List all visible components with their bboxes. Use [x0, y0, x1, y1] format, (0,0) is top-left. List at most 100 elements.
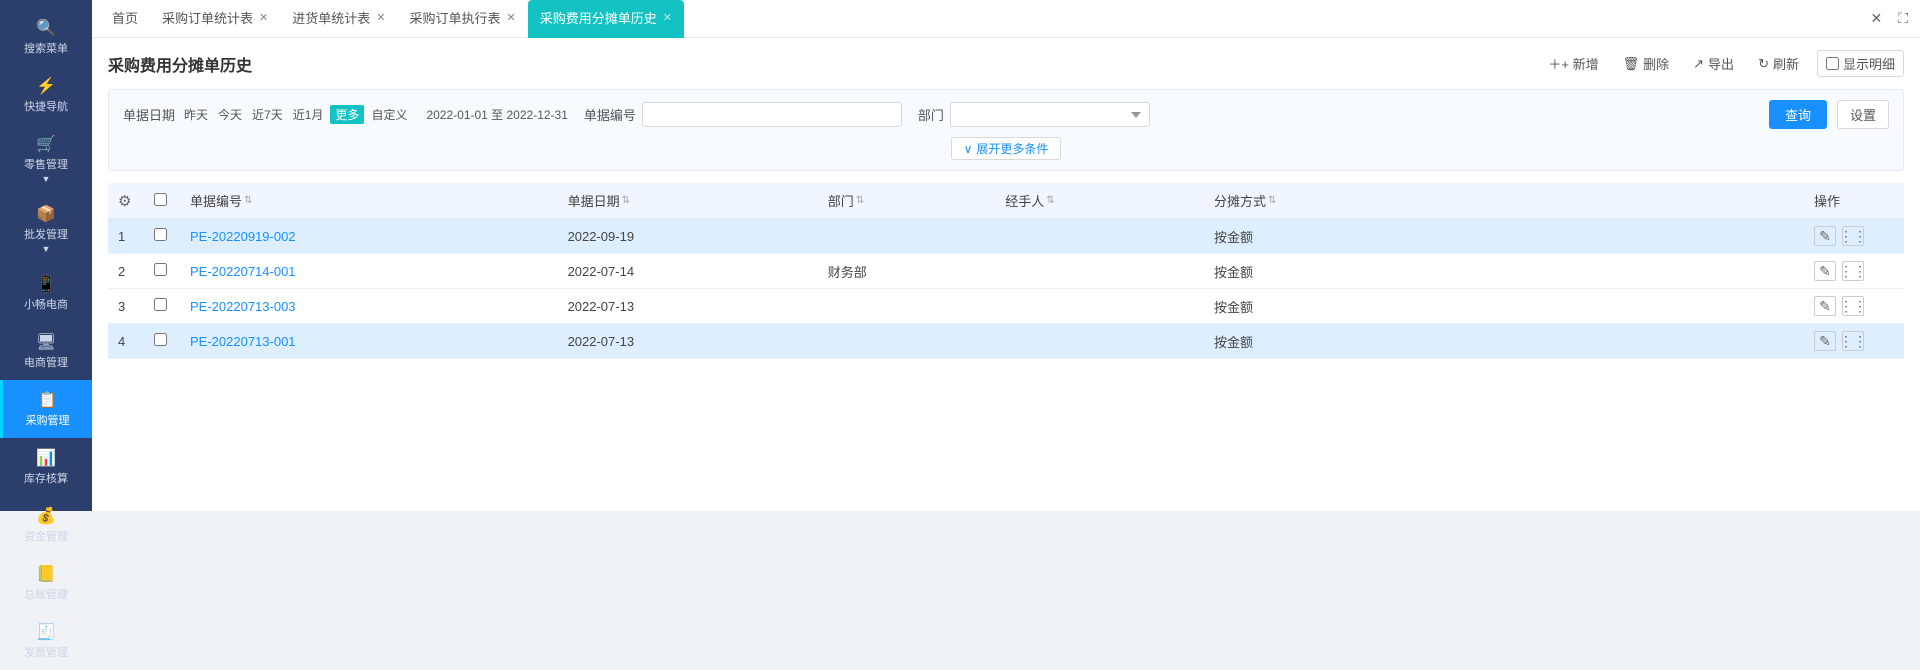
delete-button[interactable]: 🗑 删除 — [1617, 50, 1676, 77]
row-checkbox[interactable] — [144, 254, 180, 289]
row-date: 2022-07-13 — [558, 324, 818, 359]
show-cols-button[interactable]: 显示明细 — [1817, 50, 1904, 77]
tab-close-inbound-summary[interactable]: ✕ — [376, 11, 385, 24]
th-handler[interactable]: 经手人 ⇅ — [995, 183, 1204, 219]
sidebar-item-retail[interactable]: 🛒 零售管理 ▼ — [0, 124, 92, 194]
page-header: 采购费用分摊单历史 ＋ + 新增 🗑 删除 ↗ 导出 ↻ 刷新 — [108, 50, 1904, 77]
edit-icon[interactable]: ✎ — [1814, 331, 1836, 351]
sidebar-item-purchase[interactable]: 📋 采购管理 — [0, 380, 92, 438]
th-date[interactable]: 单据日期 ⇅ — [558, 183, 818, 219]
row-date: 2022-09-19 — [558, 219, 818, 254]
more-icon[interactable]: ⋮⋮ — [1842, 226, 1864, 246]
th-method[interactable]: 分摊方式 ⇅ — [1204, 183, 1804, 219]
mini-icon: 📱 — [36, 274, 56, 294]
wholesale-icon: 📦 — [36, 204, 56, 224]
sidebar-item-ecommerce[interactable]: 🖥 电商管理 — [0, 322, 92, 380]
more-icon[interactable]: ⋮⋮ — [1842, 331, 1864, 351]
tab-inbound-summary[interactable]: 进货单统计表 ✕ — [280, 0, 397, 38]
row-dept — [818, 219, 996, 254]
row-dept: 财务部 — [818, 254, 996, 289]
invoice-icon: 🧾 — [36, 622, 56, 642]
doc-no-label: 单据编号 — [584, 105, 636, 124]
tab-maximize-button[interactable]: ⛶ — [1894, 8, 1912, 29]
sidebar-item-search[interactable]: 🔍 搜索菜单 — [0, 8, 92, 66]
more-icon[interactable]: ⋮⋮ — [1842, 296, 1864, 316]
delete-icon: 🗑 — [1623, 56, 1640, 72]
search-icon: 🔍 — [36, 18, 56, 38]
tab-purchase-exec[interactable]: 采购订单执行表 ✕ — [397, 0, 527, 38]
export-icon: ↗ — [1693, 56, 1704, 72]
dept-select[interactable]: 财务部 — [950, 102, 1150, 127]
tab-bar: 首页 采购订单统计表 ✕ 进货单统计表 ✕ 采购订单执行表 ✕ 采购费用分摊单历… — [92, 0, 1920, 38]
edit-icon[interactable]: ✎ — [1814, 296, 1836, 316]
row-checkbox[interactable] — [144, 324, 180, 359]
gear-icon[interactable]: ⚙ — [118, 193, 131, 210]
row-doc-no[interactable]: PE-20220713-001 — [180, 324, 558, 359]
custom-shortcut[interactable]: 自定义 — [368, 105, 410, 124]
main-content: 首页 采购订单统计表 ✕ 进货单统计表 ✕ 采购订单执行表 ✕ 采购费用分摊单历… — [92, 0, 1920, 511]
tab-home[interactable]: 首页 — [100, 0, 150, 38]
edit-icon[interactable]: ✎ — [1814, 261, 1836, 281]
shortcut-icon: ⚡ — [36, 76, 56, 96]
date-filter: 单据日期 昨天 今天 近7天 近1月 更多 自定义 — [123, 105, 410, 124]
doc-no-input[interactable] — [642, 102, 902, 127]
row-date: 2022-07-13 — [558, 289, 818, 324]
select-all-checkbox[interactable] — [154, 193, 167, 206]
tab-close-purchase-fee-history[interactable]: ✕ — [663, 11, 672, 24]
row-method: 按金额 — [1204, 324, 1804, 359]
sidebar-item-invoice[interactable]: 🧾 发票管理 — [0, 612, 92, 670]
last1m-shortcut[interactable]: 近1月 — [290, 105, 327, 124]
table-row: 4 PE-20220713-001 2022-07-13 按金额 ✎ ⋮⋮ — [108, 324, 1904, 359]
th-dept[interactable]: 部门 ⇅ — [818, 183, 996, 219]
last7-shortcut[interactable]: 近7天 — [249, 105, 286, 124]
show-cols-checkbox[interactable] — [1826, 57, 1839, 70]
more-shortcut[interactable]: 更多 — [330, 105, 364, 124]
row-num: 3 — [108, 289, 144, 324]
row-doc-no[interactable]: PE-20220919-002 — [180, 219, 558, 254]
th-gear[interactable]: ⚙ — [108, 183, 144, 219]
more-icon[interactable]: ⋮⋮ — [1842, 261, 1864, 281]
tab-close-purchase-exec[interactable]: ✕ — [507, 11, 516, 24]
sidebar-item-mini[interactable]: 📱 小畅电商 — [0, 264, 92, 322]
query-button[interactable]: 查询 — [1769, 100, 1827, 129]
sidebar-item-ledger[interactable]: 📒 总账管理 — [0, 554, 92, 612]
tab-close-all-button[interactable]: ✕ — [1866, 8, 1886, 29]
sort-icon: ⇅ — [1268, 195, 1276, 206]
th-checkbox[interactable] — [144, 183, 180, 219]
tab-purchase-summary[interactable]: 采购订单统计表 ✕ — [150, 0, 280, 38]
refresh-icon: ↻ — [1758, 56, 1769, 72]
sidebar-item-wholesale[interactable]: 📦 批发管理 ▼ — [0, 194, 92, 264]
row-checkbox[interactable] — [144, 289, 180, 324]
sidebar: 🔍 搜索菜单 ⚡ 快捷导航 🛒 零售管理 ▼ 📦 批发管理 ▼ 📱 小畅电商 🖥… — [0, 0, 92, 511]
tab-purchase-fee-history[interactable]: 采购费用分摊单历史 ✕ — [528, 0, 684, 38]
row-num: 1 — [108, 219, 144, 254]
refresh-button[interactable]: ↻ 刷新 — [1752, 50, 1805, 77]
sidebar-item-finance[interactable]: 💰 资金管理 — [0, 496, 92, 554]
today-shortcut[interactable]: 今天 — [215, 105, 245, 124]
row-dept — [818, 324, 996, 359]
expand-more-row: ∨ 展开更多条件 — [123, 137, 1889, 160]
row-doc-no[interactable]: PE-20220713-003 — [180, 289, 558, 324]
row-handler — [995, 289, 1204, 324]
th-doc-no[interactable]: 单据编号 ⇅ — [180, 183, 558, 219]
sort-icon: ⇅ — [622, 195, 630, 206]
filter-row: 单据日期 昨天 今天 近7天 近1月 更多 自定义 2022-01-01 至 2… — [123, 100, 1889, 129]
row-checkbox[interactable] — [144, 219, 180, 254]
edit-icon[interactable]: ✎ — [1814, 226, 1836, 246]
date-label: 单据日期 — [123, 105, 175, 124]
add-button[interactable]: ＋ + 新增 — [1542, 50, 1604, 77]
row-doc-no[interactable]: PE-20220714-001 — [180, 254, 558, 289]
chevron-down-icon: ∨ — [964, 142, 973, 156]
yesterday-shortcut[interactable]: 昨天 — [181, 105, 211, 124]
expand-more-button[interactable]: ∨ 展开更多条件 — [951, 137, 1062, 160]
tab-close-purchase-summary[interactable]: ✕ — [259, 11, 268, 24]
row-method: 按金额 — [1204, 254, 1804, 289]
table-row: 3 PE-20220713-003 2022-07-13 按金额 ✎ ⋮⋮ — [108, 289, 1904, 324]
export-button[interactable]: ↗ 导出 — [1687, 50, 1740, 77]
row-handler — [995, 219, 1204, 254]
table-row: 1 PE-20220919-002 2022-09-19 按金额 ✎ ⋮⋮ — [108, 219, 1904, 254]
row-method: 按金额 — [1204, 289, 1804, 324]
filter-settings-button[interactable]: 设置 — [1837, 100, 1889, 129]
sidebar-item-inventory[interactable]: 📊 库存核算 — [0, 438, 92, 496]
sidebar-item-shortcut[interactable]: ⚡ 快捷导航 — [0, 66, 92, 124]
